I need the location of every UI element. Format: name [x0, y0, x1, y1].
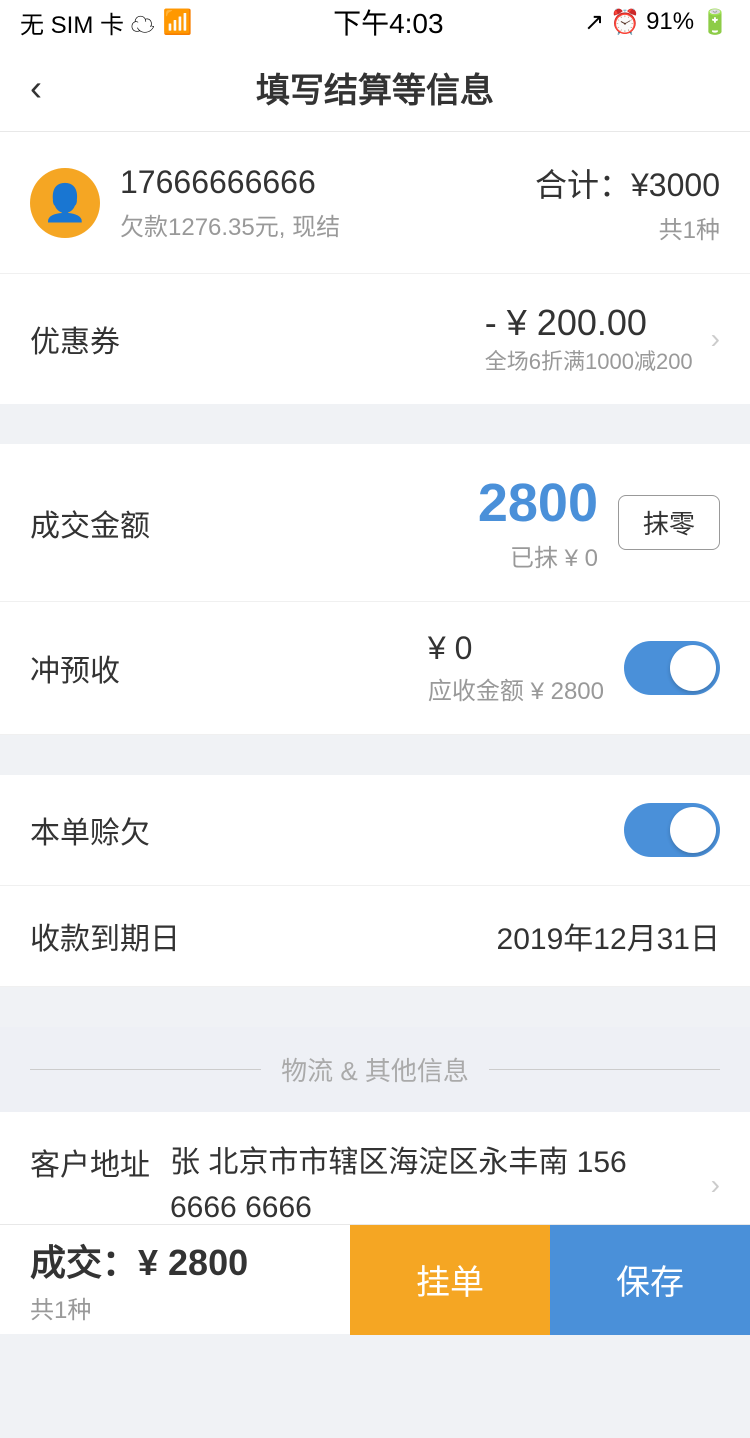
coupon-row[interactable]: 优惠券 - ¥ 200.00 全场6折满1000减200 ›	[0, 273, 750, 404]
toggle-knob	[670, 645, 716, 691]
prepay-label: 冲预收	[30, 646, 120, 690]
due-date-label: 收款到期日	[30, 914, 180, 958]
deal-amount-value: 2800	[478, 472, 598, 534]
coupon-label: 优惠券	[30, 317, 120, 361]
deal-amount-card: 成交金额 2800 已抹 ¥ 0 抹零 冲预收 ¥ 0 应收金额 ¥ 2800	[0, 444, 750, 735]
debt-row: 本单赊欠	[0, 775, 750, 886]
round-button[interactable]: 抹零	[618, 495, 720, 550]
total-count: 共1种	[535, 210, 720, 245]
status-left: 无 SIM 卡 ☁ 📶	[20, 5, 193, 40]
deal-amount-row: 成交金额 2800 已抹 ¥ 0 抹零	[0, 444, 750, 602]
alarm-icon: ⏰	[610, 8, 640, 37]
debt-label: 本单赊欠	[30, 808, 150, 852]
coupon-discount: - ¥ 200.00	[485, 302, 693, 344]
address-chevron-icon: ›	[711, 1169, 720, 1201]
debt-toggle-knob	[670, 807, 716, 853]
divider-line-right	[489, 1069, 720, 1070]
avatar: 👤	[30, 168, 100, 238]
bottom-summary: 成交：¥ 2800 共1种	[0, 1234, 350, 1325]
deal-amount-label: 成交金额	[30, 501, 150, 545]
prepay-toggle[interactable]	[624, 641, 720, 695]
bottom-count: 共1种	[30, 1290, 320, 1325]
due-date-value: 2019年12月31日	[497, 914, 720, 958]
separator-3	[0, 1007, 750, 1027]
separator-1	[0, 424, 750, 444]
battery-label: 91%	[646, 8, 694, 36]
prepay-row: 冲预收 ¥ 0 应收金额 ¥ 2800	[0, 602, 750, 735]
save-button[interactable]: 保存	[550, 1225, 750, 1335]
prepay-amount: ¥ 0	[428, 630, 604, 667]
customer-total: 合计：¥3000 共1种	[535, 160, 720, 245]
separator-2	[0, 755, 750, 775]
debt-toggle[interactable]	[624, 803, 720, 857]
wifi-icon: 📶	[163, 8, 193, 37]
customer-phone: 17666666666	[120, 164, 340, 201]
coupon-desc: 全场6折满1000减200	[485, 344, 693, 376]
prepay-sub: 应收金额 ¥ 2800	[428, 671, 604, 706]
back-button[interactable]: ‹	[30, 67, 42, 109]
customer-sub: 欠款1276.35元, 现结	[120, 207, 340, 242]
logistics-label: 物流 & 其他信息	[281, 1051, 469, 1088]
status-right: ↗ ⏰ 91% 🔋	[584, 8, 730, 37]
customer-row: 👤 17666666666 欠款1276.35元, 现结 合计：¥3000 共1…	[0, 132, 750, 273]
status-time: 下午4:03	[333, 2, 444, 42]
page-title: 填写结算等信息	[256, 63, 494, 112]
sim-label: 无 SIM 卡 ☁	[20, 5, 155, 40]
bottom-deal: 成交：¥ 2800	[30, 1234, 320, 1286]
coupon-chevron-icon: ›	[711, 323, 720, 355]
total-amount: 合计：¥3000	[535, 160, 720, 206]
address-label: 客户地址	[30, 1140, 150, 1184]
bottom-deal-label: 成交：	[30, 1242, 138, 1283]
hang-single-button[interactable]: 挂单	[350, 1225, 550, 1335]
due-date-row: 收款到期日 2019年12月31日	[0, 886, 750, 987]
location-icon: ↗	[584, 8, 604, 37]
divider-line-left	[30, 1069, 261, 1070]
bottom-deal-amount: ¥ 2800	[138, 1242, 248, 1283]
bottom-bar: 成交：¥ 2800 共1种 挂单 保存	[0, 1224, 750, 1334]
battery-icon: 🔋	[700, 8, 730, 37]
logistics-divider: 物流 & 其他信息	[0, 1027, 750, 1112]
address-value: 张 北京市市辖区海淀区永丰南 156 6666 6666	[170, 1140, 701, 1230]
status-bar: 无 SIM 卡 ☁ 📶 下午4:03 ↗ ⏰ 91% 🔋	[0, 0, 750, 44]
debt-card: 本单赊欠 收款到期日 2019年12月31日	[0, 775, 750, 987]
avatar-icon: 👤	[43, 182, 88, 224]
deal-amount-sub: 已抹 ¥ 0	[478, 538, 598, 573]
customer-card: 👤 17666666666 欠款1276.35元, 现结 合计：¥3000 共1…	[0, 132, 750, 404]
nav-bar: ‹ 填写结算等信息	[0, 44, 750, 132]
